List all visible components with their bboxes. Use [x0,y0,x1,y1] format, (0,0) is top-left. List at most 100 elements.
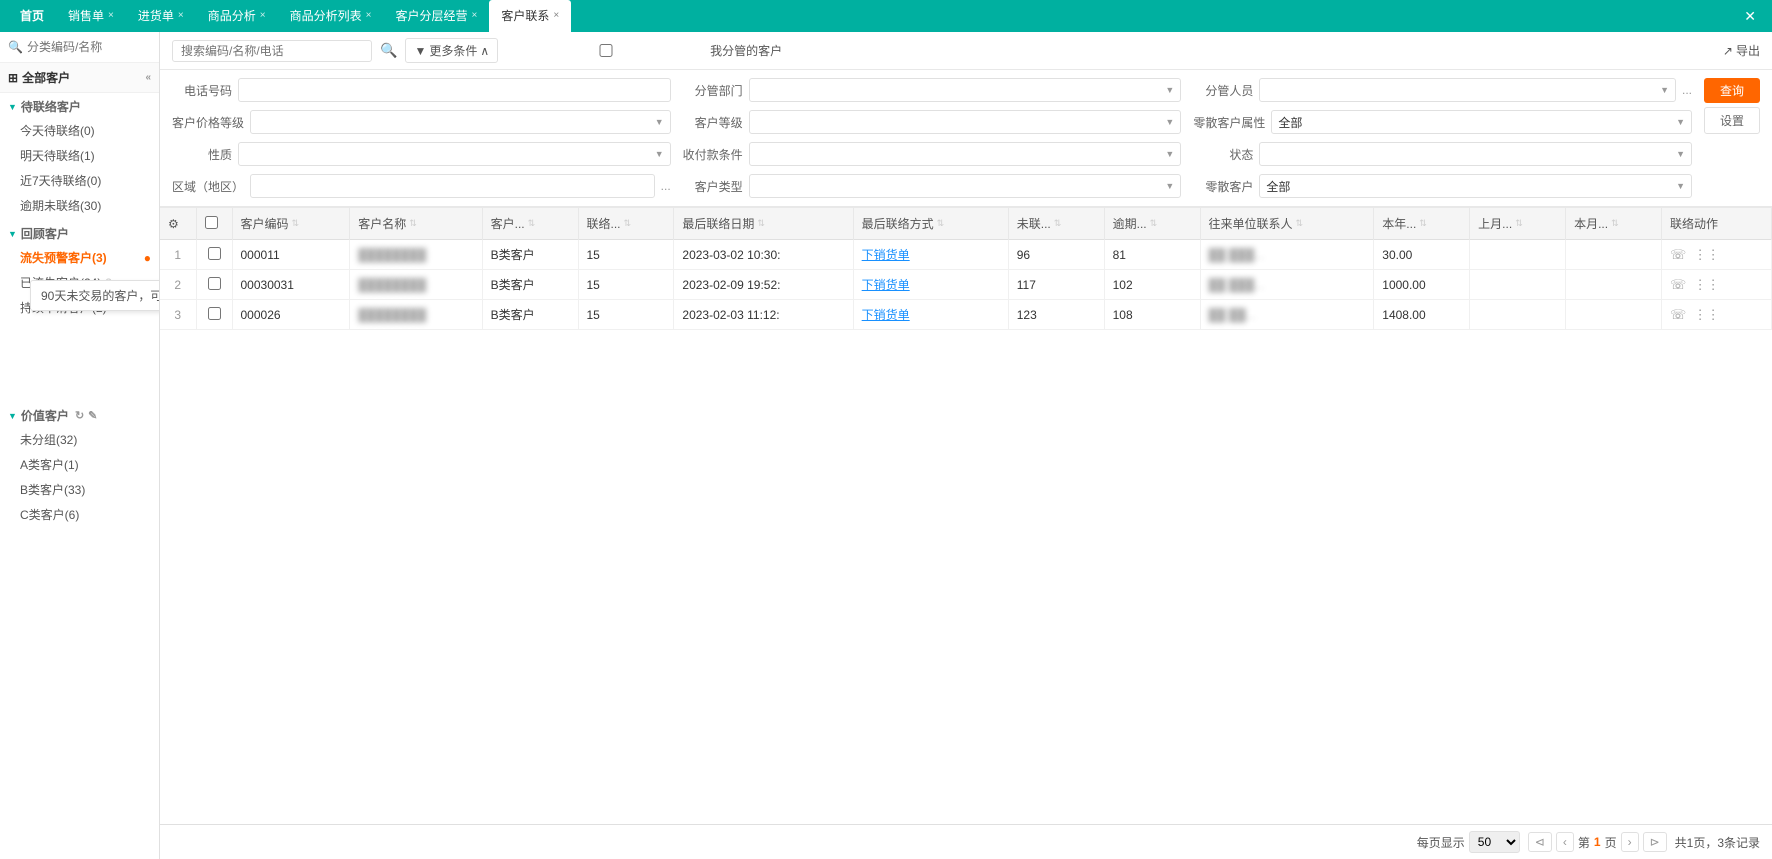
sidebar-item-class-c[interactable]: C类客户(6) [0,502,159,527]
sidebar-item-today[interactable]: 今天待联络(0) [0,118,159,143]
nav-customer-contact[interactable]: 客户联系 × [489,0,571,32]
sort-no-contact-icon[interactable]: ⇅ [1054,218,1062,229]
sidebar-pending-header[interactable]: ▼ 待联络客户 [0,93,159,118]
row-checkbox-3[interactable] [196,300,232,330]
nav-purchase[interactable]: 进货单 × [126,0,196,32]
sort-code-icon[interactable]: ⇅ [292,218,300,229]
pg-last-btn[interactable]: ⊳ [1643,832,1667,852]
pg-first-btn[interactable]: ⊲ [1528,832,1552,852]
sort-name-icon[interactable]: ⇅ [409,218,417,229]
contact-icon-1[interactable]: ☏ [1670,247,1686,262]
search-button[interactable]: 🔍 [380,42,397,59]
more-action-icon-2[interactable]: ⋮⋮ [1694,277,1720,292]
search-input[interactable] [172,40,372,62]
export-btn[interactable]: ↗ 导出 [1723,42,1760,59]
region-input[interactable] [250,174,655,198]
filter-dept: 分管部门 ▼ [683,78,1182,102]
row-code-3: 000026 [232,300,350,330]
nav-analysis[interactable]: 商品分析 × [196,0,278,32]
nature-select[interactable]: ▼ [238,142,671,166]
status-select[interactable]: ▼ [1259,142,1692,166]
query-button[interactable]: 查询 [1704,78,1760,103]
nav-analysis-list-close[interactable]: × [366,0,372,32]
pg-prev-btn[interactable]: ‹ [1556,832,1574,852]
contact-icon-2[interactable]: ☏ [1670,277,1686,292]
customer-type-select[interactable]: ▼ [749,174,1182,198]
row-last-method-3[interactable]: 下销货单 [853,300,1008,330]
nav-purchase-close[interactable]: × [178,0,184,32]
close-all-btn[interactable]: ✕ [1736,8,1764,25]
row-action-1[interactable]: ☏ ⋮⋮ [1661,240,1771,270]
more-action-icon-3[interactable]: ⋮⋮ [1694,307,1720,322]
pg-next-btn[interactable]: › [1621,832,1639,852]
my-customer-checkbox[interactable]: 我分管的客户 [506,42,782,59]
nav-analysis-list[interactable]: 商品分析列表 × [278,0,384,32]
region-more-btn[interactable]: ... [661,179,671,193]
row-checkbox-2[interactable] [196,270,232,300]
more-action-icon-1[interactable]: ⋮⋮ [1694,247,1720,262]
sort-contact-icon[interactable]: ⇅ [624,218,632,229]
payment-select[interactable]: ▼ [749,142,1182,166]
sidebar-item-week7[interactable]: 近7天待联络(0) [0,168,159,193]
row-last-date-2: 2023-02-09 19:52: [674,270,853,300]
select-all-checkbox[interactable] [205,216,218,229]
sidebar-item-class-a[interactable]: A类客户(1) [0,452,159,477]
nav-analysis-close[interactable]: × [260,0,266,32]
nav-customer-layer-close[interactable]: × [471,0,477,32]
refresh-icon[interactable]: ↻ [75,409,84,422]
th-name: 客户名称 ⇅ [350,208,482,240]
edit-icon[interactable]: ✎ [88,409,97,422]
more-conditions-btn[interactable]: ▼ 更多条件 ∧ [405,38,498,63]
nav-sales[interactable]: 销售单 × [56,0,126,32]
table-settings-icon[interactable]: ⚙ [168,217,179,231]
price-level-label: 客户价格等级 [172,114,244,131]
row-name-3: ████████ [350,300,482,330]
th-last-method: 最后联络方式 ⇅ [853,208,1008,240]
sort-this-year-icon[interactable]: ⇅ [1419,218,1427,229]
sidebar-item-overdue[interactable]: 逾期未联络(30) [0,193,159,218]
nav-customer-layer[interactable]: 客户分层经营 × [383,0,489,32]
contact-icon-3[interactable]: ☏ [1670,307,1686,322]
row-last-method-2[interactable]: 下销货单 [853,270,1008,300]
export-icon: ↗ [1723,44,1733,58]
sidebar-item-tomorrow[interactable]: 明天待联络(1) [0,143,159,168]
my-customer-check[interactable] [506,44,706,57]
manager-select[interactable]: ▼ [1259,78,1676,102]
sidebar-item-ungrouped[interactable]: 未分组(32) [0,427,159,452]
retail-attr-select[interactable]: 全部 ▼ [1271,110,1692,134]
sidebar-search-input[interactable] [27,40,160,54]
customer-level-select[interactable]: ▼ [749,110,1182,134]
th-overdue-label: 逾期... [1113,215,1147,232]
sort-last-method-icon[interactable]: ⇅ [937,218,945,229]
sidebar-item-class-b[interactable]: B类客户(33) [0,477,159,502]
nav-customer-contact-close[interactable]: × [553,0,559,32]
row-action-3[interactable]: ☏ ⋮⋮ [1661,300,1771,330]
sort-overdue-icon[interactable]: ⇅ [1150,218,1158,229]
row-checkbox-1[interactable] [196,240,232,270]
row-action-2[interactable]: ☏ ⋮⋮ [1661,270,1771,300]
per-page-select[interactable]: 50 20 100 [1469,831,1520,853]
retail-select[interactable]: 全部 ▼ [1259,174,1692,198]
nav-sales-close[interactable]: × [108,0,114,32]
filter-area: 电话号码 分管部门 ▼ 分管人员 ▼ [160,70,1772,208]
lost-label: 回顾客户 [21,225,69,242]
sidebar-valuable-header[interactable]: ▼ 价值客户 ↻ ✎ [0,402,159,427]
sidebar-all-customers[interactable]: ⊞ 全部客户 « [0,63,159,93]
sidebar-lost-header[interactable]: ▼ 回顾客户 [0,220,159,245]
sidebar-collapse-icon[interactable]: « [145,72,151,83]
manager-more-btn[interactable]: ... [1682,83,1692,97]
sort-last-date-icon[interactable]: ⇅ [757,218,765,229]
sort-type-icon[interactable]: ⇅ [528,218,536,229]
price-level-select[interactable]: ▼ [250,110,671,134]
sort-this-month-icon[interactable]: ⇅ [1611,218,1619,229]
th-action-label: 联络动作 [1670,217,1718,231]
settings-button[interactable]: 设置 [1704,107,1760,134]
row-last-method-1[interactable]: 下销货单 [853,240,1008,270]
sort-contact-person-icon[interactable]: ⇅ [1296,218,1304,229]
dept-select[interactable]: ▼ [749,78,1182,102]
nav-home[interactable]: 首页 [8,0,56,32]
filter-row-4: 区域（地区） ... 客户类型 ▼ 零散客户 全部 [172,174,1692,198]
sort-last-month-icon[interactable]: ⇅ [1515,218,1523,229]
phone-input[interactable] [238,78,671,102]
sidebar-item-warning[interactable]: 流失预警客户(3) ● [0,245,159,270]
